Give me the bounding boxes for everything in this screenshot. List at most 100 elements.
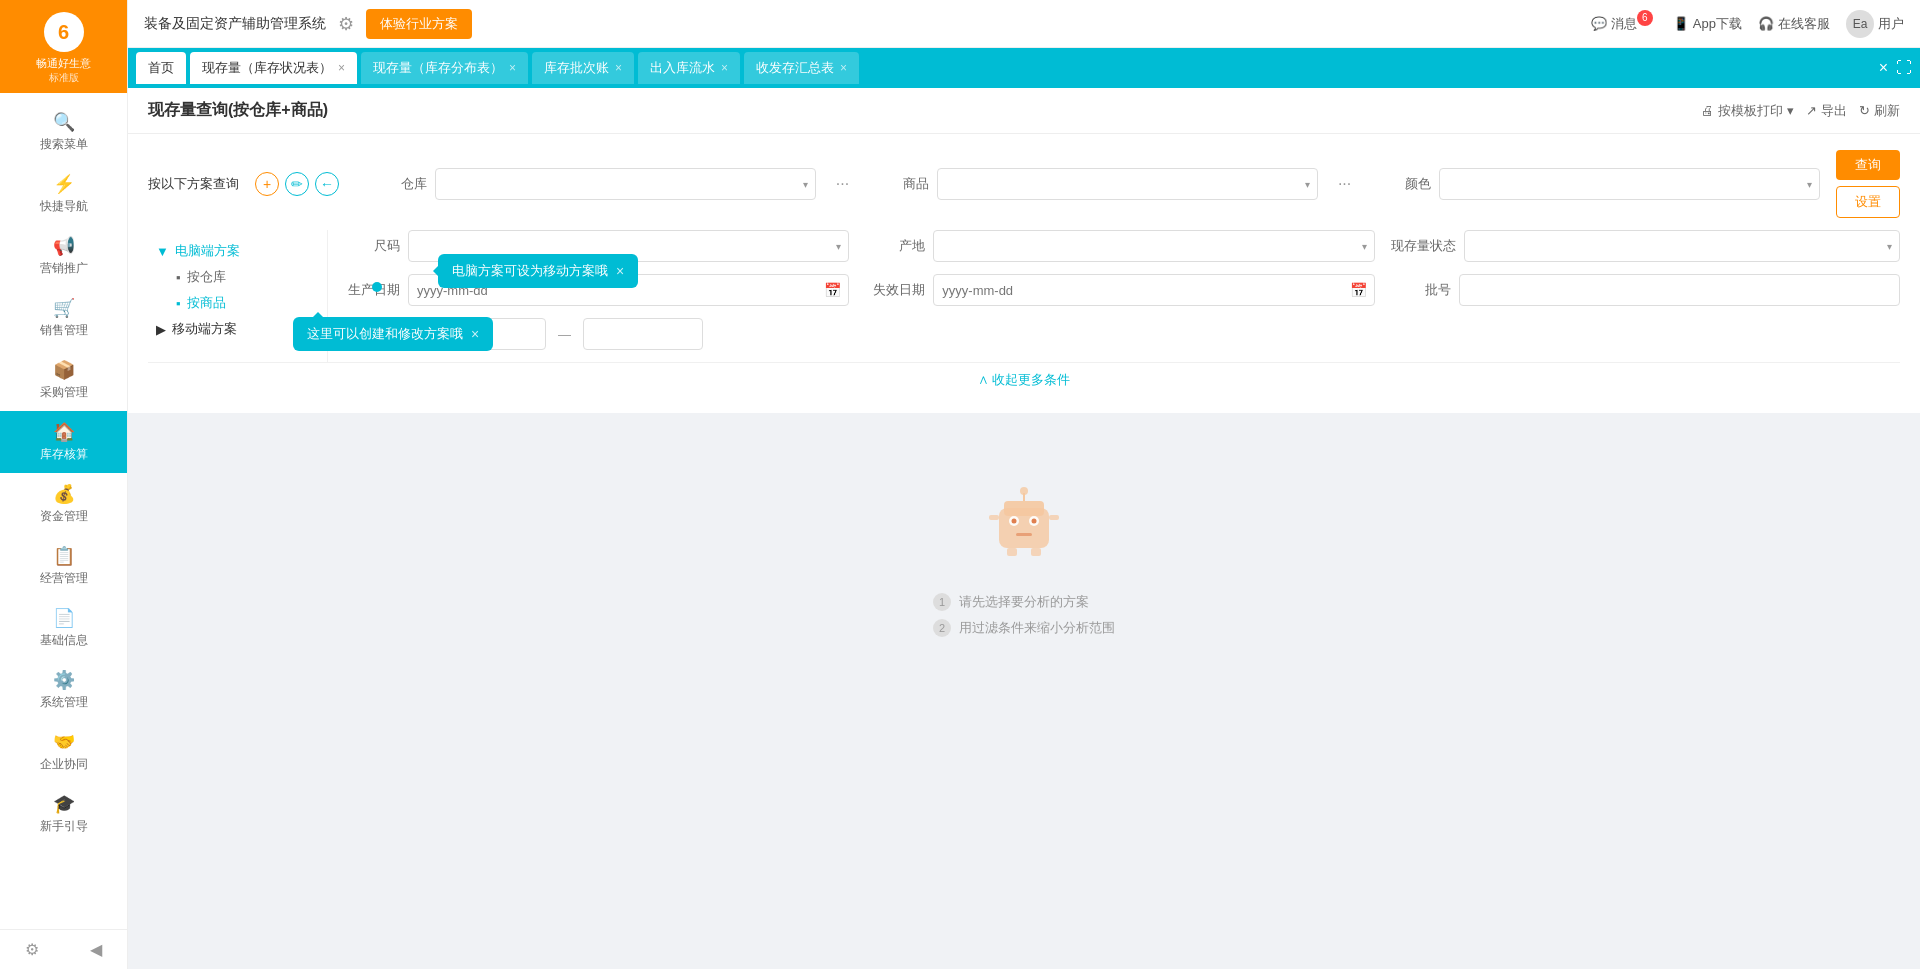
expire-date-input[interactable] xyxy=(933,274,1374,306)
expire-date-field: 失效日期 📅 xyxy=(865,274,1374,306)
svg-point-8 xyxy=(1020,487,1028,495)
tab-home[interactable]: 首页 xyxy=(136,52,186,84)
inventory-main-max-input[interactable] xyxy=(583,318,703,350)
expand-icon: ▼ xyxy=(156,244,169,259)
add-scheme-btn[interactable]: + xyxy=(255,172,279,196)
warehouse-select[interactable] xyxy=(435,168,816,200)
inventory-status-label: 现存量状态 xyxy=(1391,237,1456,255)
warehouse-sub-icon: ▪ xyxy=(176,270,181,285)
scheme-tooltip-close[interactable]: × xyxy=(616,263,624,279)
settings-icon[interactable]: ⚙ xyxy=(25,940,39,959)
sidebar-item-system[interactable]: ⚙️ 系统管理 xyxy=(0,659,127,721)
tab-inventory-dist-close[interactable]: × xyxy=(509,61,516,75)
tab-batch-ledger[interactable]: 库存批次账 × xyxy=(532,52,634,84)
sidebar-item-marketing[interactable]: 📢 营销推广 xyxy=(0,225,127,287)
sidebar-item-operations[interactable]: 📋 经营管理 xyxy=(0,535,127,597)
filter-icons: + ✏ ← xyxy=(255,172,339,196)
warehouse-more-btn[interactable]: ··· xyxy=(832,175,853,193)
filter-section: 按以下方案查询 + ✏ ← 仓库 xyxy=(128,134,1920,413)
goods-select[interactable] xyxy=(937,168,1318,200)
guide-icon: 🎓 xyxy=(53,793,75,815)
refresh-label: 刷新 xyxy=(1874,102,1900,120)
basic-icon: 📄 xyxy=(53,607,75,629)
color-select[interactable] xyxy=(1439,168,1820,200)
search-btn[interactable]: 查询 xyxy=(1836,150,1900,180)
logo-icon: 6 xyxy=(44,12,84,52)
sidebar-item-basic[interactable]: 📄 基础信息 xyxy=(0,597,127,659)
empty-illustration xyxy=(974,473,1074,573)
sidebar-item-search[interactable]: 🔍 搜索菜单 xyxy=(0,101,127,163)
scheme-item-pc[interactable]: ▼ 电脑端方案 xyxy=(148,238,315,264)
top-header: 装备及固定资产辅助管理系统 ⚙ 体验行业方案 💬 消息 6 📱 App下载 🎧 … xyxy=(128,0,1920,48)
export-icon: ↗ xyxy=(1806,103,1817,118)
sidebar-item-finance[interactable]: 💰 资金管理 xyxy=(0,473,127,535)
goods-more-btn[interactable]: ··· xyxy=(1334,175,1355,193)
expire-date-calendar-icon[interactable]: 📅 xyxy=(1350,282,1367,298)
collapse-sidebar-icon[interactable]: ◀ xyxy=(90,940,102,959)
sales-icon: 🛒 xyxy=(53,297,75,319)
sidebar-nav: 🔍 搜索菜单 ⚡ 快捷导航 📢 营销推广 🛒 销售管理 📦 采购管理 🏠 库存核… xyxy=(0,93,127,929)
batch-no-field: 批号 xyxy=(1391,274,1900,306)
message-label: 消息 xyxy=(1611,15,1637,33)
maximize-btn[interactable]: ⛶ xyxy=(1896,59,1912,77)
message-btn[interactable]: 💬 消息 6 xyxy=(1591,15,1657,33)
settings-gear-icon[interactable]: ⚙ xyxy=(338,13,354,35)
header-right: 💬 消息 6 📱 App下载 🎧 在线客服 Ea 用户 xyxy=(1591,10,1904,38)
tab-receivable-summary-close[interactable]: × xyxy=(840,61,847,75)
origin-select[interactable] xyxy=(933,230,1374,262)
tab-batch-ledger-close[interactable]: × xyxy=(615,61,622,75)
tab-inventory-status-close[interactable]: × xyxy=(338,61,345,75)
sidebar-item-label: 销售管理 xyxy=(40,322,88,339)
scheme-sub-items: ▪ 按仓库 ▪ 按商品 xyxy=(148,264,315,316)
trial-btn[interactable]: 体验行业方案 xyxy=(366,9,472,39)
edit-scheme-btn[interactable]: ✏ xyxy=(285,172,309,196)
prod-date-calendar-icon[interactable]: 📅 xyxy=(824,282,841,298)
set-btn[interactable]: 设置 xyxy=(1836,186,1900,218)
scheme-tooltip: 电脑方案可设为移动方案哦 × xyxy=(438,254,638,288)
export-btn[interactable]: ↗ 导出 xyxy=(1806,102,1847,120)
tab-inventory-status[interactable]: 现存量（库存状况表） × xyxy=(190,52,357,84)
tab-receivable-summary-label: 收发存汇总表 xyxy=(756,59,834,77)
color-field: 颜色 ▾ xyxy=(1371,168,1820,200)
sidebar-item-sales[interactable]: 🛒 销售管理 xyxy=(0,287,127,349)
inventory-status-select[interactable] xyxy=(1464,230,1900,262)
fields-panel: 尺码 ▾ 产地 ▾ xyxy=(340,230,1900,362)
page-actions: 🖨 按模板打印 ▾ ↗ 导出 ↻ 刷新 xyxy=(1701,102,1900,120)
sidebar-item-quicknav[interactable]: ⚡ 快捷导航 xyxy=(0,163,127,225)
content-area: 现存量查询(按仓库+商品) 🖨 按模板打印 ▾ ↗ 导出 ↻ 刷新 xyxy=(128,88,1920,969)
sidebar-bottom: ⚙ ◀ xyxy=(0,929,127,969)
tab-receivable-summary[interactable]: 收发存汇总表 × xyxy=(744,52,859,84)
user-menu[interactable]: Ea 用户 xyxy=(1846,10,1904,38)
sidebar-item-inventory[interactable]: 🏠 库存核算 xyxy=(0,411,127,473)
scheme-item-mobile[interactable]: ▶ 移动端方案 xyxy=(148,316,315,342)
tab-inout-flow[interactable]: 出入库流水 × xyxy=(638,52,740,84)
scheme-tooltip-text: 电脑方案可设为移动方案哦 xyxy=(452,262,608,280)
collapse-bar[interactable]: ∧ 收起更多条件 xyxy=(148,362,1900,397)
app-download-btn[interactable]: 📱 App下载 xyxy=(1673,15,1742,33)
back-btn[interactable]: ← xyxy=(315,172,339,196)
expand-mobile-icon: ▶ xyxy=(156,322,166,337)
message-badge: 6 xyxy=(1637,10,1653,26)
sidebar-item-enterprise[interactable]: 🤝 企业协同 xyxy=(0,721,127,783)
filter-title: 按以下方案查询 xyxy=(148,175,239,193)
collapse-label: 收起更多条件 xyxy=(992,372,1070,387)
tab-inout-flow-close[interactable]: × xyxy=(721,61,728,75)
close-all-tabs-btn[interactable]: × xyxy=(1879,59,1888,77)
range-separator: — xyxy=(554,327,575,342)
scheme-sub-warehouse[interactable]: ▪ 按仓库 xyxy=(168,264,315,290)
tab-inventory-dist[interactable]: 现存量（库存分布表） × xyxy=(361,52,528,84)
tab-bar: 首页 现存量（库存状况表） × 现存量（库存分布表） × 库存批次账 × 出入库… xyxy=(128,48,1920,88)
online-service-btn[interactable]: 🎧 在线客服 xyxy=(1758,15,1830,33)
sidebar-item-guide[interactable]: 🎓 新手引导 xyxy=(0,783,127,845)
message-icon: 💬 xyxy=(1591,16,1607,31)
print-template-btn[interactable]: 🖨 按模板打印 ▾ xyxy=(1701,102,1794,120)
create-tooltip-close[interactable]: × xyxy=(471,326,479,342)
svg-rect-12 xyxy=(1031,548,1041,556)
sidebar-item-purchase[interactable]: 📦 采购管理 xyxy=(0,349,127,411)
goods-sub-icon: ▪ xyxy=(176,296,181,311)
scheme-sub-goods[interactable]: ▪ 按商品 xyxy=(168,290,315,316)
system-icon: ⚙️ xyxy=(53,669,75,691)
refresh-btn[interactable]: ↻ 刷新 xyxy=(1859,102,1900,120)
search-buttons: 查询 设置 xyxy=(1836,150,1900,218)
batch-no-input[interactable] xyxy=(1459,274,1900,306)
